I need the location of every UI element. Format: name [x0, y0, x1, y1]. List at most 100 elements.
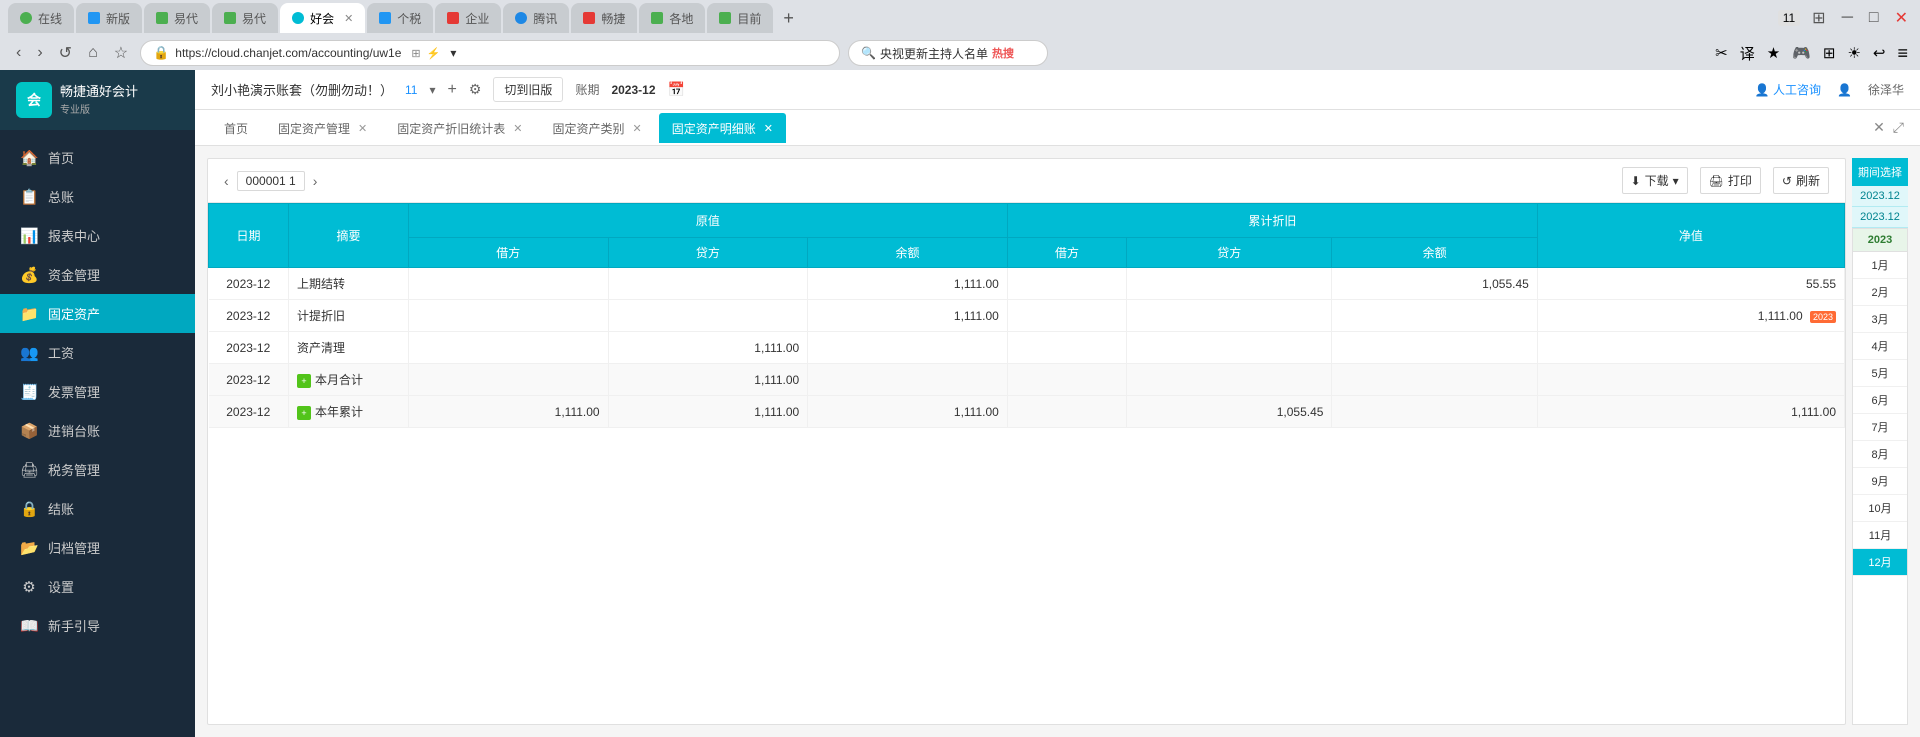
bookmark-button[interactable]: ☆ — [110, 41, 132, 65]
prev-page-button[interactable]: ‹ — [224, 173, 229, 189]
sidebar-item-invoice[interactable]: 🧾 发票管理 — [0, 372, 195, 411]
translate-icon[interactable]: 译 — [1740, 43, 1755, 64]
tab-home[interactable]: 首页 — [211, 113, 261, 143]
sidebar-item-label: 新手引导 — [48, 616, 100, 635]
grid-icon[interactable]: ⊞ — [1823, 44, 1836, 62]
sidebar-item-settings[interactable]: ⚙ 设置 — [0, 567, 195, 606]
toolbar-right: ⬇ 下载 ▾ 🖨 打印 ↺ 刷新 — [1622, 167, 1829, 194]
menu-icon[interactable]: ≡ — [1897, 43, 1908, 64]
minimize-button[interactable]: ─ — [1838, 7, 1857, 29]
cell-summary: +本年累计 — [289, 396, 409, 428]
browser-tab-changjie[interactable]: 畅捷 — [571, 3, 637, 33]
period-month-10[interactable]: 10月 — [1853, 495, 1907, 522]
browser-tab-gedi[interactable]: 各地 — [639, 3, 705, 33]
star-collect-icon[interactable]: ★ — [1767, 44, 1780, 62]
period-month-9[interactable]: 9月 — [1853, 468, 1907, 495]
history-icon[interactable]: ↩ — [1873, 44, 1886, 62]
period-selector-header: 期间选择 — [1852, 158, 1908, 186]
browser-tab-yidai1[interactable]: 易代 — [144, 3, 210, 33]
tab-close-icon[interactable]: ✕ — [633, 122, 642, 135]
payroll-icon: 👥 — [20, 344, 38, 362]
browser-tab-haohui[interactable]: 好会 ✕ — [280, 3, 365, 33]
sidebar-item-archive[interactable]: 📂 归档管理 — [0, 528, 195, 567]
refresh-button[interactable]: ↺ 刷新 — [1773, 167, 1829, 194]
tab-fixed-assets-management[interactable]: 固定资产管理 ✕ — [265, 113, 380, 143]
period-month-7[interactable]: 7月 — [1853, 414, 1907, 441]
period-month-4[interactable]: 4月 — [1853, 333, 1907, 360]
content-area: ‹ 000001 1 › ⬇ 下载 ▾ 🖨 打印 — [195, 146, 1920, 737]
browser-tab-qiye[interactable]: 企业 — [435, 3, 501, 33]
game-icon[interactable]: 🎮 — [1792, 44, 1811, 62]
browser-tab-online[interactable]: 在线 — [8, 3, 74, 33]
sidebar-item-home[interactable]: 🏠 首页 — [0, 138, 195, 177]
tab-favicon — [156, 12, 168, 24]
period-month-2[interactable]: 2月 — [1853, 279, 1907, 306]
sidebar-item-reports[interactable]: 📊 报表中心 — [0, 216, 195, 255]
sidebar-item-fund-management[interactable]: 💰 资金管理 — [0, 255, 195, 294]
new-tab-button[interactable]: + — [775, 8, 802, 29]
tab-asset-category[interactable]: 固定资产类别 ✕ — [539, 113, 654, 143]
period-month-11[interactable]: 11月 — [1853, 522, 1907, 549]
period-month-12[interactable]: 12月 — [1853, 549, 1907, 576]
browser-tab-geshui[interactable]: 个税 — [367, 3, 433, 33]
tab-close-icon[interactable]: ✕ — [513, 122, 522, 135]
tab-depreciation-stats[interactable]: 固定资产折旧统计表 ✕ — [384, 113, 535, 143]
cell-debit-1 — [409, 268, 609, 300]
account-settings-button[interactable]: ⚙ — [469, 81, 482, 98]
print-button[interactable]: 🖨 打印 — [1700, 167, 1761, 194]
period-month-6[interactable]: 6月 — [1853, 387, 1907, 414]
calendar-icon[interactable]: 📅 — [668, 81, 685, 98]
maximize-button[interactable]: □ — [1865, 7, 1883, 29]
sidebar-item-purchase-sales[interactable]: 📦 进销台账 — [0, 411, 195, 450]
expand-icon[interactable]: + — [297, 406, 311, 420]
tab-favicon — [651, 12, 663, 24]
close-window-button[interactable]: ✕ — [1891, 6, 1912, 30]
tab-asset-detail-ledger[interactable]: 固定资产明细账 ✕ — [659, 113, 786, 143]
cell-credit-2 — [1127, 300, 1332, 332]
theme-icon[interactable]: ☀ — [1847, 44, 1860, 62]
reload-button[interactable]: ↺ — [55, 41, 76, 65]
tab-label: 固定资产明细账 — [672, 120, 756, 137]
tab-close-icon[interactable]: ✕ — [344, 12, 353, 25]
help-button[interactable]: 👤 人工咨询 — [1755, 81, 1821, 98]
back-button[interactable]: ‹ — [12, 42, 25, 64]
col-debit-2-header: 借方 — [1007, 238, 1126, 268]
browser-tab-yidai2[interactable]: 易代 — [212, 3, 278, 33]
next-page-button[interactable]: › — [313, 173, 318, 189]
maximize-tab-button[interactable]: ⤢ — [1893, 119, 1904, 136]
switch-version-button[interactable]: 切到旧版 — [493, 77, 563, 102]
tab-list-button[interactable]: ⊞ — [1808, 6, 1829, 30]
sidebar-item-close-period[interactable]: 🔒 结账 — [0, 489, 195, 528]
period-month-3[interactable]: 3月 — [1853, 306, 1907, 333]
ledger-icon: 📋 — [20, 188, 38, 206]
url-input[interactable]: 🔒 https://cloud.chanjet.com/accounting/u… — [140, 40, 840, 66]
archive-icon: 📂 — [20, 539, 38, 557]
sidebar-item-general-ledger[interactable]: 📋 总账 — [0, 177, 195, 216]
browser-tab-new[interactable]: 新版 — [76, 3, 142, 33]
sidebar-item-guide[interactable]: 📖 新手引导 — [0, 606, 195, 645]
home-button[interactable]: ⌂ — [84, 42, 102, 64]
period-month-1[interactable]: 1月 — [1853, 252, 1907, 279]
sidebar-item-label: 首页 — [48, 148, 74, 167]
account-dropdown-button[interactable]: ▾ — [429, 83, 435, 97]
expand-icon[interactable]: + — [297, 374, 311, 388]
browser-tab-tencent[interactable]: 腾讯 — [503, 3, 569, 33]
top-bar-right: 👤 人工咨询 👤 徐泽华 — [1755, 81, 1904, 98]
table-row: 2023-12 资产清理 1,111.00 — [209, 332, 1845, 364]
sidebar-item-payroll[interactable]: 👥 工资 — [0, 333, 195, 372]
cell-summary: 计提折旧 — [289, 300, 409, 332]
sidebar-item-tax[interactable]: 🖨 税务管理 — [0, 450, 195, 489]
download-button[interactable]: ⬇ 下载 ▾ — [1622, 167, 1688, 194]
sidebar-item-fixed-assets[interactable]: 📁 固定资产 — [0, 294, 195, 333]
close-tab-button[interactable]: ✕ — [1873, 119, 1885, 136]
period-month-8[interactable]: 8月 — [1853, 441, 1907, 468]
browser-tab-muqian[interactable]: 目前 — [707, 3, 773, 33]
scissors-icon[interactable]: ✂ — [1715, 44, 1728, 62]
tab-close-icon[interactable]: ✕ — [764, 122, 773, 135]
tab-favicon — [719, 12, 731, 24]
add-account-button[interactable]: + — [448, 81, 457, 99]
tab-close-icon[interactable]: ✕ — [358, 122, 367, 135]
period-month-5[interactable]: 5月 — [1853, 360, 1907, 387]
forward-button[interactable]: › — [33, 42, 46, 64]
search-input[interactable]: 🔍 央视更新主持人名单 热搜 — [848, 40, 1048, 66]
